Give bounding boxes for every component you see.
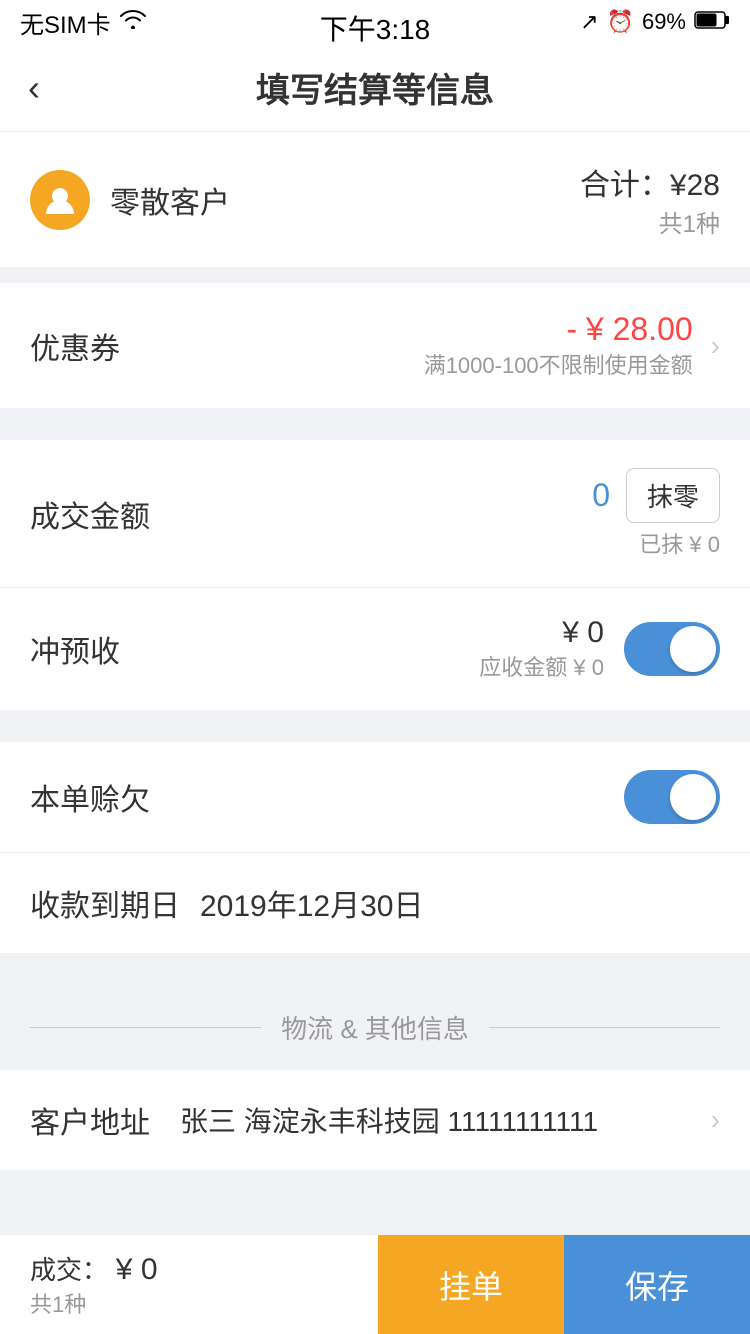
bottom-deal-row: 成交： ¥ 0 xyxy=(30,1250,348,1287)
bottom-bar: 成交： ¥ 0 共1种 挂单 保存 xyxy=(0,1234,750,1334)
status-bar-left: 无SIM卡 xyxy=(20,5,147,40)
deal-top: 0 抹零 xyxy=(592,468,720,523)
deal-section: 成交金额 0 抹零 已抹 ¥ 0 冲预收 ¥ 0 应收金额 ¥ 0 xyxy=(0,440,750,710)
coupon-discount: - ¥ 28.00 xyxy=(424,311,693,348)
prepay-toggle-knob xyxy=(670,626,716,672)
customer-total: 合计：¥28 共1种 xyxy=(580,160,720,239)
coupon-right: - ¥ 28.00 满1000-100不限制使用金额 › xyxy=(424,311,720,380)
address-row[interactable]: 客户地址 张三 海淀永丰科技园 11111111111 › xyxy=(0,1070,750,1170)
due-date-label: 收款到期日 xyxy=(30,881,180,925)
coupon-desc: 满1000-100不限制使用金额 xyxy=(424,348,693,380)
logistics-line-left xyxy=(30,1027,261,1028)
location-icon: ↗ xyxy=(580,9,598,35)
address-section[interactable]: 客户地址 张三 海淀永丰科技园 11111111111 › xyxy=(0,1070,750,1170)
wifi-icon xyxy=(119,8,147,36)
status-bar-right: ↗ ⏰ 69% xyxy=(580,9,730,35)
coupon-label: 优惠券 xyxy=(30,324,424,368)
nav-bar: ‹ 填写结算等信息 xyxy=(0,44,750,132)
deal-amount-right: 0 抹零 已抹 ¥ 0 xyxy=(592,468,720,559)
battery-text: 69% xyxy=(642,9,686,35)
battery-icon xyxy=(694,9,730,35)
customer-total-amount: 合计：¥28 xyxy=(580,160,720,204)
bottom-count: 共1种 xyxy=(30,1287,348,1319)
logistics-header: 物流 & 其他信息 xyxy=(0,985,750,1070)
back-button[interactable]: ‹ xyxy=(28,67,40,109)
logistics-line-right xyxy=(489,1027,720,1028)
prepay-label: 冲预收 xyxy=(30,627,479,671)
coupon-section[interactable]: 优惠券 - ¥ 28.00 满1000-100不限制使用金额 › xyxy=(0,283,750,408)
bottom-left: 成交： ¥ 0 共1种 xyxy=(0,1250,378,1319)
customer-name: 零散客户 xyxy=(110,178,580,222)
status-bar: 无SIM卡 下午3:18 ↗ ⏰ 69% xyxy=(0,0,750,44)
deal-amount-label: 成交金额 xyxy=(30,492,592,536)
due-date-value: 2019年12月30日 xyxy=(200,881,423,925)
nav-title: 填写结算等信息 xyxy=(256,63,494,112)
round-button[interactable]: 抹零 xyxy=(626,468,720,523)
debt-toggle[interactable] xyxy=(624,770,720,824)
prepay-right: ¥ 0 应收金额 ¥ 0 xyxy=(479,616,604,682)
coupon-arrow-icon: › xyxy=(711,330,720,362)
prepay-row: 冲预收 ¥ 0 应收金额 ¥ 0 xyxy=(0,588,750,710)
coupon-info: - ¥ 28.00 满1000-100不限制使用金额 xyxy=(424,311,693,380)
debt-section: 本单赊欠 收款到期日 2019年12月30日 xyxy=(0,742,750,953)
customer-row: 零散客户 合计：¥28 共1种 xyxy=(0,132,750,267)
carrier-text: 无SIM卡 xyxy=(20,5,111,40)
logistics-label: 物流 & 其他信息 xyxy=(281,1009,469,1046)
status-bar-time: 下午3:18 xyxy=(320,8,431,48)
deal-amount-value: 0 xyxy=(592,477,610,514)
coupon-row[interactable]: 优惠券 - ¥ 28.00 满1000-100不限制使用金额 › xyxy=(0,283,750,408)
prepay-sub: 应收金额 ¥ 0 xyxy=(479,650,604,682)
prepay-toggle[interactable] xyxy=(624,622,720,676)
bottom-deal-amount: ¥ 0 xyxy=(116,1253,158,1286)
customer-avatar xyxy=(30,170,90,230)
deal-amount-row: 成交金额 0 抹零 已抹 ¥ 0 xyxy=(0,440,750,588)
bottom-deal-label: 成交： xyxy=(30,1255,108,1285)
address-label: 客户地址 xyxy=(30,1098,150,1142)
due-date-row: 收款到期日 2019年12月30日 xyxy=(0,852,750,953)
address-arrow-icon: › xyxy=(711,1104,720,1136)
debt-row: 本单赊欠 xyxy=(0,742,750,852)
debt-label: 本单赊欠 xyxy=(30,775,624,819)
separator-2 xyxy=(0,726,750,742)
deal-sub-text: 已抹 ¥ 0 xyxy=(639,527,720,559)
address-value: 张三 海淀永丰科技园 11111111111 xyxy=(180,1100,711,1140)
separator-1 xyxy=(0,424,750,440)
customer-total-count: 共1种 xyxy=(580,204,720,239)
save-button[interactable]: 保存 xyxy=(564,1235,750,1334)
prepay-amount: ¥ 0 xyxy=(562,616,604,650)
hold-button[interactable]: 挂单 xyxy=(378,1235,564,1334)
alarm-icon: ⏰ xyxy=(607,9,634,35)
customer-section: 零散客户 合计：¥28 共1种 xyxy=(0,132,750,267)
separator-3 xyxy=(0,969,750,985)
debt-toggle-knob xyxy=(670,774,716,820)
